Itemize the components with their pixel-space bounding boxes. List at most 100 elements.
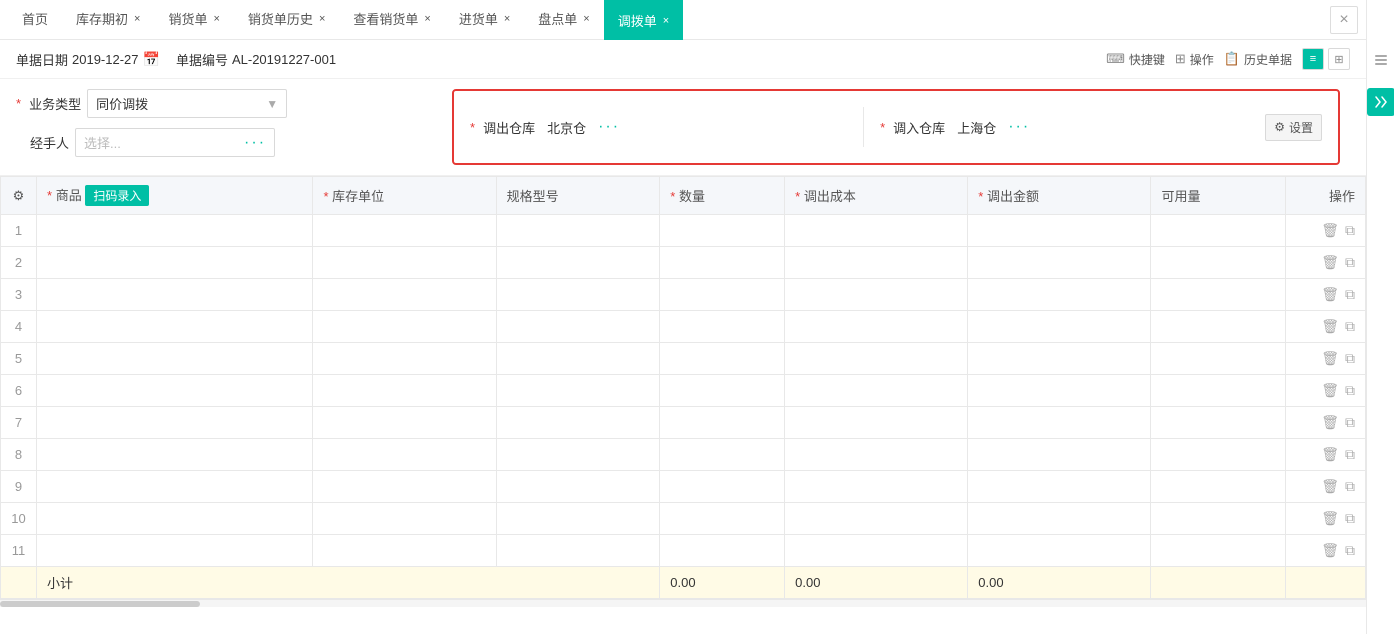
doc-no-value: AL-20191227-001 — [232, 52, 336, 67]
th-qty-star: * — [670, 189, 675, 204]
copy-icon[interactable]: ⧉ — [1345, 542, 1355, 559]
delete-icon[interactable]: 🗑 — [1321, 542, 1339, 559]
copy-icon[interactable]: ⧉ — [1345, 382, 1355, 399]
row-actions: 🗑⧉ — [1286, 343, 1366, 375]
copy-icon[interactable]: ⧉ — [1345, 446, 1355, 463]
date-value[interactable]: 2019-12-27 — [72, 52, 139, 67]
tab-view-sales-close[interactable]: × — [424, 13, 430, 25]
row-spec[interactable] — [496, 247, 660, 279]
tab-transfer[interactable]: 调拨单 × — [604, 0, 683, 40]
sidebar-expand-icon[interactable] — [1367, 88, 1394, 116]
scan-button[interactable]: 扫码录入 — [85, 185, 149, 206]
row-actions: 🗑 ⧉ — [1286, 247, 1366, 279]
settings-button[interactable]: ⚙ 设置 — [1265, 114, 1322, 141]
table-row: 2 🗑 ⧉ — [1, 247, 1366, 279]
table-row: 8 🗑⧉ — [1, 439, 1366, 471]
source-warehouse-dots[interactable]: ··· — [598, 118, 620, 136]
row-spec[interactable] — [496, 215, 660, 247]
copy-icon[interactable]: ⧉ — [1345, 318, 1355, 335]
table-row: 6 🗑⧉ — [1, 375, 1366, 407]
copy-icon[interactable]: ⧉ — [1345, 510, 1355, 527]
subtotal-amount: 0.00 — [968, 567, 1151, 599]
th-unit: * 库存单位 — [313, 177, 496, 215]
row-cost[interactable] — [785, 215, 968, 247]
tab-purchase-order-close[interactable]: × — [504, 13, 510, 25]
transfer-table: ⚙ * 商品 扫码录入 * 库存单位 规格型号 * 数量 — [0, 176, 1366, 599]
window-close-button[interactable]: × — [1330, 6, 1358, 34]
business-type-select[interactable]: 同价调拨 ▼ — [87, 89, 287, 118]
subtotal-row: 小计 0.00 0.00 0.00 — [1, 567, 1366, 599]
target-warehouse-dots[interactable]: ··· — [1008, 118, 1030, 136]
row-product[interactable] — [37, 215, 313, 247]
delete-icon[interactable]: 🗑 — [1321, 382, 1339, 399]
scroll-hint — [0, 599, 1366, 607]
handler-label: 经手人 — [30, 133, 69, 152]
copy-icon[interactable]: ⧉ — [1345, 286, 1355, 303]
row-unit[interactable] — [313, 215, 496, 247]
th-gear[interactable]: ⚙ — [1, 177, 37, 215]
row-qty[interactable] — [660, 247, 785, 279]
delete-icon[interactable]: 🗑 — [1321, 318, 1339, 335]
tab-stocktake[interactable]: 盘点单 × — [524, 0, 603, 40]
row-product[interactable] — [37, 247, 313, 279]
view-toggle-list[interactable]: ≡ — [1302, 48, 1324, 70]
tab-sales-order-close[interactable]: × — [213, 13, 219, 25]
target-warehouse-label: 调入仓库 — [893, 118, 945, 137]
subtotal-label: 小计 — [37, 567, 660, 599]
delete-icon[interactable]: 🗑 — [1321, 286, 1339, 303]
row-cost[interactable] — [785, 247, 968, 279]
subtotal-cost: 0.00 — [785, 567, 968, 599]
copy-icon[interactable]: ⧉ — [1345, 414, 1355, 431]
table-row: 7 🗑⧉ — [1, 407, 1366, 439]
source-warehouse-value: 北京仓 — [547, 118, 586, 137]
row-amount[interactable] — [968, 247, 1151, 279]
th-qty: * 数量 — [660, 177, 785, 215]
doc-no-field: 单据编号 AL-20191227-001 — [176, 50, 336, 69]
delete-icon[interactable]: 🗑 — [1321, 510, 1339, 527]
row-actions: 🗑⧉ — [1286, 471, 1366, 503]
calendar-icon[interactable]: 📅 — [143, 51, 160, 68]
handler-placeholder: 选择... — [84, 133, 121, 152]
copy-icon[interactable]: ⧉ — [1345, 478, 1355, 495]
row-available — [1151, 247, 1286, 279]
tab-home[interactable]: 首页 — [8, 0, 62, 40]
tab-stocktake-close[interactable]: × — [583, 13, 589, 25]
operations-icon: ⊞ — [1175, 51, 1186, 67]
delete-icon[interactable]: 🗑 — [1321, 446, 1339, 463]
tab-sales-order[interactable]: 销货单 × — [154, 0, 233, 40]
copy-icon[interactable]: ⧉ — [1345, 350, 1355, 367]
row-qty[interactable] — [660, 215, 785, 247]
shortcuts-button[interactable]: ⌨ 快捷键 — [1106, 51, 1165, 68]
handler-dots[interactable]: ··· — [244, 134, 266, 152]
tab-bar: 首页 库存期初 × 销货单 × 销货单历史 × 查看销货单 × 进货单 × 盘点… — [0, 0, 1366, 40]
row-actions: 🗑⧉ — [1286, 535, 1366, 567]
table-row: 9 🗑⧉ — [1, 471, 1366, 503]
history-docs-button[interactable]: 📋 历史单据 — [1224, 51, 1292, 68]
row-amount[interactable] — [968, 215, 1151, 247]
delete-icon[interactable]: 🗑 — [1321, 222, 1339, 239]
table-row: 11 🗑⧉ — [1, 535, 1366, 567]
delete-icon[interactable]: 🗑 — [1321, 414, 1339, 431]
tab-sales-history[interactable]: 销货单历史 × — [234, 0, 339, 40]
tab-inventory-init[interactable]: 库存期初 × — [62, 0, 154, 40]
tab-inventory-init-close[interactable]: × — [134, 13, 140, 25]
toolbar: 单据日期 2019-12-27 📅 单据编号 AL-20191227-001 ⌨… — [0, 40, 1366, 79]
tab-view-sales[interactable]: 查看销货单 × — [339, 0, 444, 40]
tab-sales-history-close[interactable]: × — [319, 13, 325, 25]
copy-icon[interactable]: ⧉ — [1345, 254, 1355, 271]
row-actions: 🗑⧉ — [1286, 311, 1366, 343]
delete-icon[interactable]: 🗑 — [1321, 478, 1339, 495]
row-unit[interactable] — [313, 247, 496, 279]
tab-transfer-close[interactable]: × — [663, 15, 669, 27]
copy-icon[interactable]: ⧉ — [1345, 222, 1355, 239]
handler-select[interactable]: 选择... ··· — [75, 128, 275, 157]
sidebar-list-icon[interactable] — [1369, 48, 1393, 72]
delete-icon[interactable]: 🗑 — [1321, 254, 1339, 271]
tab-purchase-order[interactable]: 进货单 × — [445, 0, 524, 40]
operations-button[interactable]: ⊞ 操作 — [1175, 51, 1214, 68]
row-num: 1 — [1, 215, 37, 247]
shortcuts-icon: ⌨ — [1106, 51, 1125, 67]
view-toggle-grid[interactable]: ⊞ — [1328, 48, 1350, 70]
business-type-star: * — [16, 96, 21, 111]
delete-icon[interactable]: 🗑 — [1321, 350, 1339, 367]
